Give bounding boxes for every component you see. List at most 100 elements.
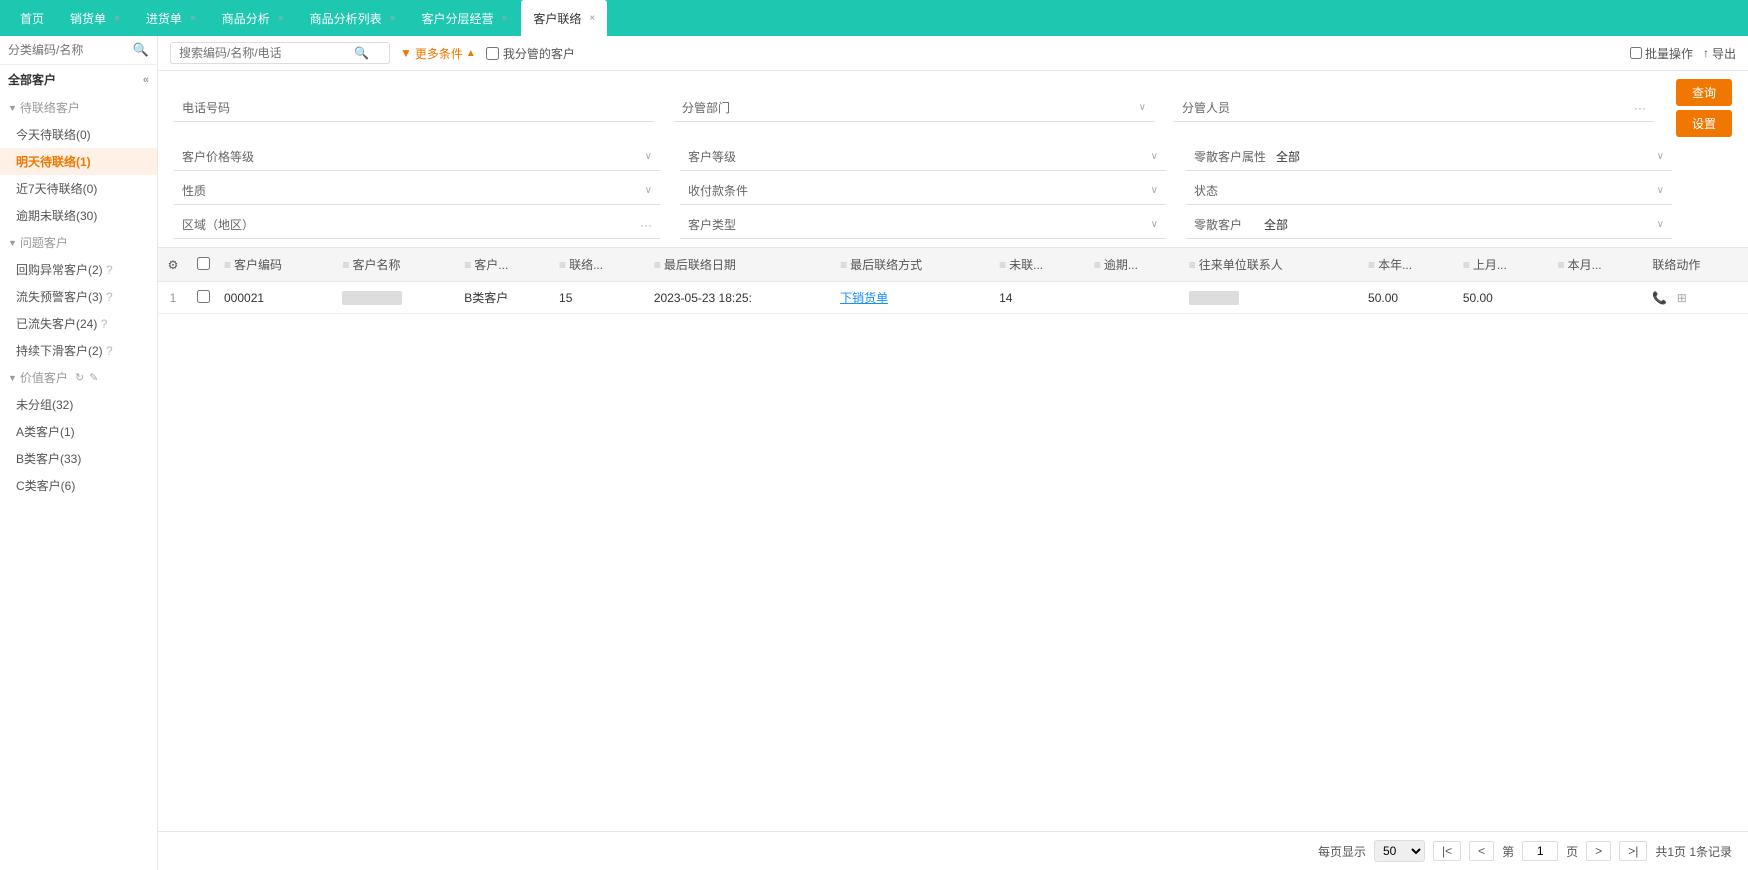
nature-arrow[interactable]: ∨ — [645, 185, 652, 196]
nav-customer-stratification[interactable]: 客户分层经营 × — [409, 0, 519, 36]
sidebar-item-tomorrow-pending[interactable]: 明天待联络(1) — [0, 148, 157, 175]
close-sales-order[interactable]: × — [114, 13, 120, 24]
row-name[interactable] — [336, 282, 458, 314]
sidebar-item-7days-pending[interactable]: 近7天待联络(0) — [0, 175, 157, 202]
chevron-up-icon: ▲ — [466, 48, 476, 59]
close-customer-contact[interactable]: × — [589, 13, 595, 24]
export-btn[interactable]: ↑ 导出 — [1703, 45, 1736, 62]
more-conditions-btn[interactable]: ▼ 更多条件 ▲ — [400, 45, 476, 62]
batch-operation-btn[interactable]: 批量操作 — [1630, 45, 1693, 62]
close-product-analysis-list[interactable]: × — [390, 13, 396, 24]
col-action: 联络动作 — [1646, 248, 1748, 282]
filter-icon: ▼ — [400, 46, 412, 60]
close-purchase-order[interactable]: × — [190, 13, 196, 24]
col-last-contact-method[interactable]: 最后联络方式 — [834, 248, 993, 282]
sidebar: 🔍 全部客户 « 待联络客户 今天待联络(0) 明天待联络(1) 近7天待联络(… — [0, 36, 158, 870]
first-page-btn[interactable]: |< — [1433, 841, 1461, 861]
last-page-btn[interactable]: >| — [1619, 841, 1647, 861]
help-icon-churned: ? — [101, 317, 108, 331]
col-customer-name[interactable]: 客户名称 — [336, 248, 458, 282]
customer-type-arrow[interactable]: ∨ — [1151, 219, 1158, 230]
my-customers-checkbox[interactable] — [486, 47, 499, 60]
filter-price-level: 客户价格等级 ∨ — [174, 143, 660, 171]
filter-area: 区域（地区） ··· — [174, 211, 660, 239]
filter-row-3: 性质 ∨ 收付款条件 ∨ 状态 ∨ — [174, 177, 1732, 205]
row-unit-contact — [1183, 282, 1362, 314]
sidebar-item-declining[interactable]: 持续下滑客户(2) ? — [0, 337, 157, 364]
retail-customer-arrow[interactable]: ∨ — [1657, 219, 1664, 230]
close-product-analysis[interactable]: × — [278, 13, 284, 24]
help-icon-declining: ? — [106, 344, 113, 358]
col-this-year[interactable]: 本年... — [1362, 248, 1457, 282]
next-page-btn[interactable]: > — [1586, 841, 1611, 861]
nav-home[interactable]: 首页 — [8, 0, 56, 36]
person-dots-btn[interactable]: ··· — [1634, 101, 1646, 115]
sidebar-search-input[interactable] — [8, 43, 129, 57]
row-this-month — [1552, 282, 1647, 314]
refresh-icon[interactable]: ↻ — [75, 371, 84, 384]
price-level-arrow[interactable]: ∨ — [645, 151, 652, 162]
filter-retail-attr: 零散客户属性 全部 ∨ — [1186, 143, 1672, 171]
page-number-input[interactable] — [1522, 841, 1558, 861]
sidebar-item-churned[interactable]: 已流失客户(24) ? — [0, 310, 157, 337]
search-icon[interactable]: 🔍 — [354, 46, 369, 60]
close-customer-stratification[interactable]: × — [501, 13, 507, 24]
col-customer-code[interactable]: 客户编码 — [218, 248, 336, 282]
data-table-wrap: ⚙ 客户编码 客户名称 客户... 联络... 最后联络日期 最后联络方式 未联… — [158, 248, 1748, 831]
prev-page-btn[interactable]: < — [1469, 841, 1494, 861]
nav-product-analysis[interactable]: 商品分析 × — [210, 0, 296, 36]
filter-row-2: 客户价格等级 ∨ 客户等级 ∨ 零散客户属性 全部 ∨ — [174, 143, 1732, 171]
filter-customer-level-label: 客户等级 — [688, 148, 748, 165]
col-last-contact-date[interactable]: 最后联络日期 — [648, 248, 834, 282]
nav-sales-order[interactable]: 销货单 × — [58, 0, 132, 36]
batch-checkbox[interactable] — [1630, 47, 1642, 59]
content-area: 🔍 ▼ 更多条件 ▲ 我分管的客户 批量操作 ↑ 导出 — [158, 36, 1748, 870]
row-checkbox-cell — [188, 282, 218, 314]
sidebar-item-repurchase-anomaly[interactable]: 回购异常客户(2) ? — [0, 256, 157, 283]
status-arrow[interactable]: ∨ — [1657, 185, 1664, 196]
row-last-contact-method[interactable]: 下销货单 — [834, 282, 993, 314]
row-checkbox[interactable] — [197, 290, 210, 303]
per-page-label: 每页显示 — [1318, 843, 1366, 860]
sidebar-search-icon[interactable]: 🔍 — [133, 42, 149, 58]
filter-phone-input[interactable] — [248, 101, 646, 115]
my-customers-toggle[interactable]: 我分管的客户 — [486, 45, 575, 62]
filter-dept-label: 分管部门 — [682, 99, 742, 116]
sidebar-item-today-pending[interactable]: 今天待联络(0) — [0, 121, 157, 148]
col-customer-type[interactable]: 客户... — [458, 248, 553, 282]
nav-purchase-order[interactable]: 进货单 × — [134, 0, 208, 36]
collapse-icon[interactable]: « — [143, 74, 149, 86]
payment-arrow[interactable]: ∨ — [1151, 185, 1158, 196]
search-input[interactable] — [179, 46, 349, 60]
area-dots-btn[interactable]: ··· — [640, 218, 652, 232]
col-overdue[interactable]: 逾期... — [1088, 248, 1183, 282]
filter-person-label: 分管人员 — [1182, 99, 1242, 116]
sidebar-item-a-class[interactable]: A类客户(1) — [0, 418, 157, 445]
col-unit-contact[interactable]: 往来单位联系人 — [1183, 248, 1362, 282]
per-page-select[interactable]: 50 100 200 — [1374, 840, 1425, 862]
col-last-month[interactable]: 上月... — [1457, 248, 1552, 282]
action-grid-icon[interactable]: ⊞ — [1677, 291, 1687, 305]
nav-customer-contact[interactable]: 客户联络 × — [521, 0, 607, 36]
all-customers-header[interactable]: 全部客户 « — [0, 65, 157, 94]
customer-level-arrow[interactable]: ∨ — [1151, 151, 1158, 162]
set-btn[interactable]: 设置 — [1676, 110, 1732, 137]
action-phone-icon[interactable]: 📞 — [1652, 291, 1667, 305]
col-this-month[interactable]: 本月... — [1552, 248, 1647, 282]
col-contact-count[interactable]: 联络... — [553, 248, 648, 282]
retail-attr-arrow[interactable]: ∨ — [1657, 151, 1664, 162]
dept-dropdown-arrow[interactable]: ∨ — [1139, 102, 1146, 113]
sidebar-item-churn-warning[interactable]: 流失预警客户(3) ? — [0, 283, 157, 310]
sidebar-item-overdue[interactable]: 逾期未联络(30) — [0, 202, 157, 229]
sidebar-item-b-class[interactable]: B类客户(33) — [0, 445, 157, 472]
filter-row-4: 区域（地区） ··· 客户类型 ∨ 零散客户 全部 ∨ — [174, 211, 1732, 239]
customer-table: ⚙ 客户编码 客户名称 客户... 联络... 最后联络日期 最后联络方式 未联… — [158, 248, 1748, 314]
select-all-checkbox[interactable] — [197, 257, 210, 270]
sidebar-item-c-class[interactable]: C类客户(6) — [0, 472, 157, 499]
sidebar-item-ungrouped[interactable]: 未分组(32) — [0, 391, 157, 418]
query-btn[interactable]: 查询 — [1676, 79, 1732, 106]
col-settings[interactable]: ⚙ — [158, 248, 188, 282]
nav-product-analysis-list[interactable]: 商品分析列表 × — [298, 0, 408, 36]
col-uncontacted[interactable]: 未联... — [993, 248, 1088, 282]
edit-icon[interactable]: ✎ — [89, 371, 98, 384]
